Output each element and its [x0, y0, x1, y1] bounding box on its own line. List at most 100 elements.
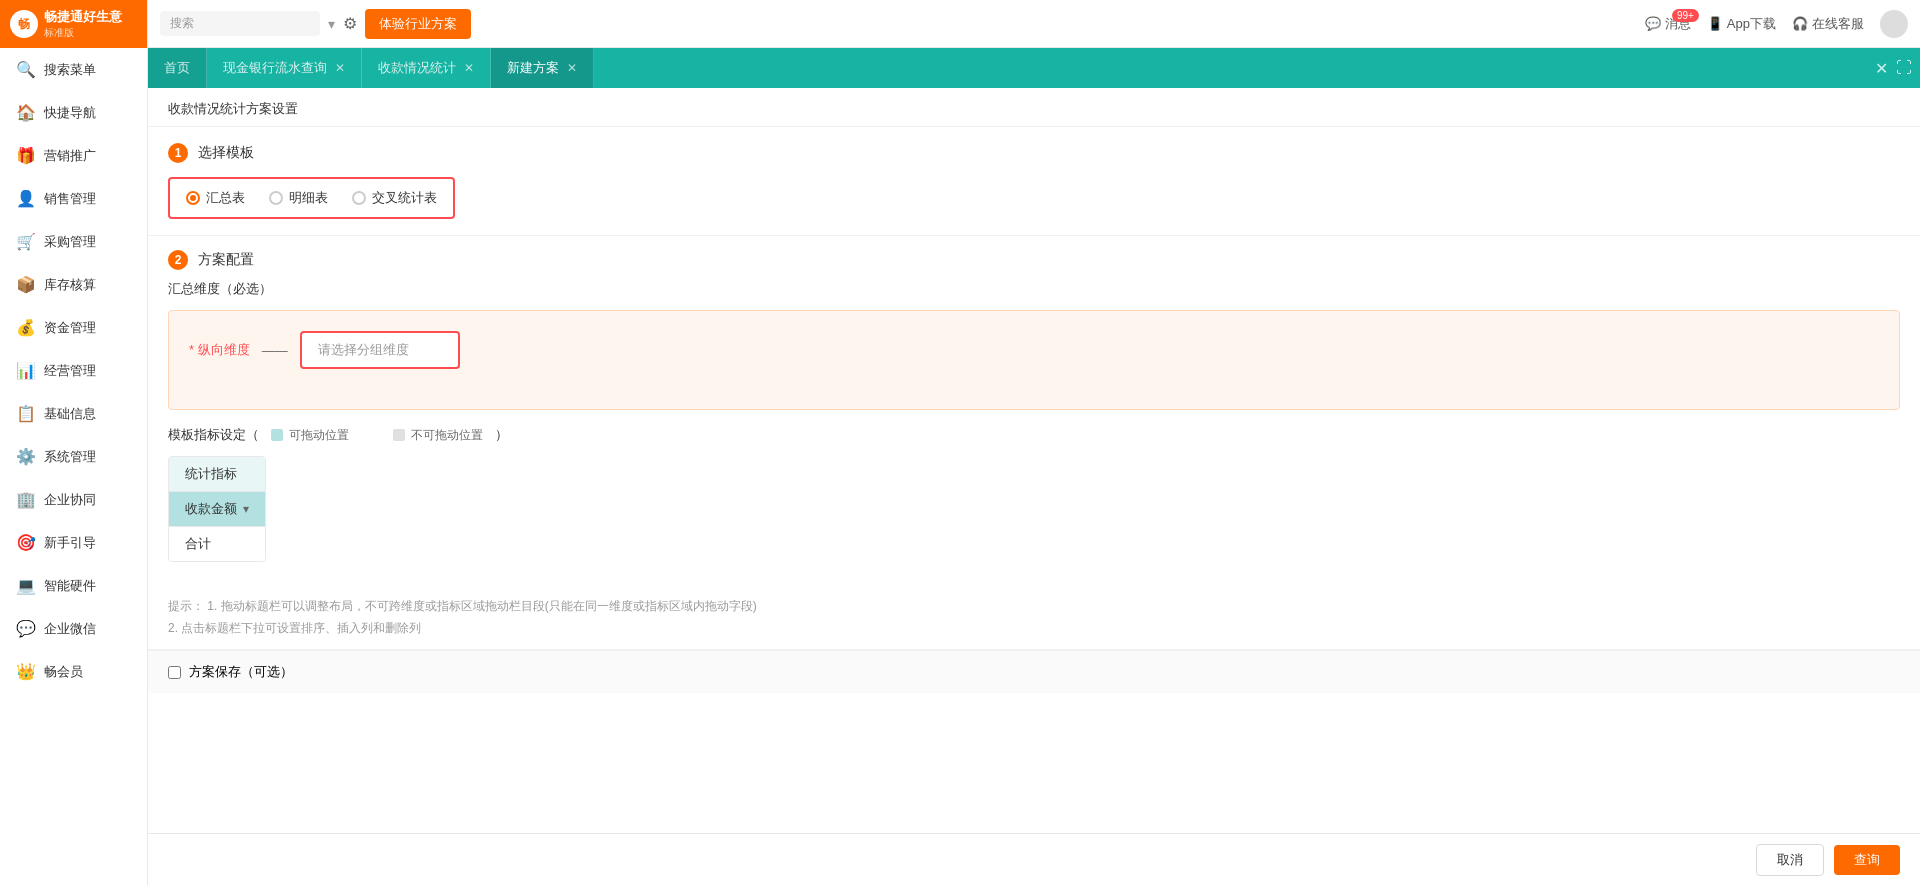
trial-btn[interactable]: 体验行业方案: [365, 9, 471, 39]
legend-non-draggable: 不可拖动位置: [393, 427, 483, 444]
main-area: 搜索 ▾ ⚙ 体验行业方案 💬 消息 99+ 📱 App下载 🎧 在线客服: [148, 0, 1920, 885]
header-left: 搜索 ▾ ⚙ 体验行业方案: [160, 9, 1637, 39]
step1-section: 1 选择模板 汇总表 明细表 交叉统计表: [148, 127, 1920, 235]
radio-summary[interactable]: 汇总表: [186, 189, 245, 207]
logo-subtitle: 标准版: [44, 26, 122, 40]
sidebar-item-basic-info[interactable]: 📋 基础信息: [0, 392, 147, 435]
sidebar-item-label: 搜索菜单: [44, 61, 96, 79]
tab-expand-btn[interactable]: ⛶: [1896, 59, 1912, 77]
online-support-item[interactable]: 🎧 在线客服: [1792, 15, 1864, 33]
legend-draggable: 可拖动位置: [271, 427, 349, 444]
operation-icon: 📊: [16, 361, 36, 380]
tab-home[interactable]: 首页: [148, 48, 207, 88]
sidebar-item-finance[interactable]: 💰 资金管理: [0, 306, 147, 349]
notification-badge: 99+: [1672, 9, 1699, 22]
save-checkbox[interactable]: [168, 666, 181, 679]
sidebar-item-label: 销售管理: [44, 190, 96, 208]
sidebar-item-purchase[interactable]: 🛒 采购管理: [0, 220, 147, 263]
sidebar-item-label: 库存核算: [44, 276, 96, 294]
sidebar-item-search-menu[interactable]: 🔍 搜索菜单: [0, 48, 147, 91]
step2-label: 2 方案配置: [168, 250, 254, 270]
caret-down-icon[interactable]: ▾: [243, 502, 249, 516]
radio-summary-label: 汇总表: [206, 189, 245, 207]
tab-new-plan[interactable]: 新建方案 ✕: [491, 48, 594, 88]
wechat-icon: 💬: [16, 619, 36, 638]
settings-icon[interactable]: ⚙: [343, 14, 357, 33]
online-support-label: 在线客服: [1812, 15, 1864, 33]
notification-icon: 💬: [1645, 16, 1661, 31]
radio-cross[interactable]: 交叉统计表: [352, 189, 437, 207]
dimension-selector[interactable]: 请选择分组维度: [300, 331, 460, 369]
sidebar-item-wechat[interactable]: 💬 企业微信: [0, 607, 147, 650]
sidebar-item-operation[interactable]: 📊 经营管理: [0, 349, 147, 392]
radio-detail[interactable]: 明细表: [269, 189, 328, 207]
vertical-dimension-label: * 纵向维度: [189, 341, 250, 359]
tab-close-cash-flow[interactable]: ✕: [335, 61, 345, 75]
tab-cash-flow-label: 现金银行流水查询: [223, 59, 327, 77]
sidebar-item-member[interactable]: 👑 畅会员: [0, 650, 147, 693]
indicator-table: 统计指标 收款金额 ▾ 合计: [168, 456, 266, 562]
tab-actions: ✕ ⛶: [1867, 48, 1920, 88]
template-row: 汇总表 明细表 交叉统计表: [168, 177, 455, 219]
draggable-label: 可拖动位置: [289, 427, 349, 444]
page-title: 收款情况统计方案设置: [148, 88, 1920, 127]
sidebar: 畅 畅捷通好生意 标准版 🔍 搜索菜单 🏠 快捷导航 🎁 营销推广 👤 销售管理…: [0, 0, 148, 885]
enterprise-icon: 🏢: [16, 490, 36, 509]
sidebar-item-enterprise[interactable]: 🏢 企业协同: [0, 478, 147, 521]
marketing-icon: 🎁: [16, 146, 36, 165]
notification-item[interactable]: 💬 消息 99+: [1645, 15, 1691, 33]
quick-nav-icon: 🏠: [16, 103, 36, 122]
header-search-bar[interactable]: 搜索: [160, 11, 320, 36]
cancel-button[interactable]: 取消: [1756, 844, 1824, 876]
basic-info-icon: 📋: [16, 404, 36, 423]
tab-close-receipt-stat[interactable]: ✕: [464, 61, 474, 75]
dimension-area: * 纵向维度 —— 请选择分组维度: [168, 310, 1900, 410]
hints-section: 提示： 1. 拖动标题栏可以调整布局，不可跨维度或指标区域拖动栏目段(只能在同一…: [148, 586, 1920, 649]
app-download-label: App下载: [1727, 15, 1776, 33]
sidebar-item-marketing[interactable]: 🎁 营销推广: [0, 134, 147, 177]
dimension-row: * 纵向维度 —— 请选择分组维度: [189, 331, 1879, 369]
save-label: 方案保存（可选）: [189, 663, 293, 681]
app-download-icon: 📱: [1707, 16, 1723, 31]
step1-text: 选择模板: [198, 144, 254, 162]
header-dropdown-arrow[interactable]: ▾: [328, 16, 335, 32]
sidebar-item-label: 资金管理: [44, 319, 96, 337]
tab-close-btn[interactable]: ✕: [1875, 59, 1888, 78]
sidebar-item-smart-hw[interactable]: 💻 智能硬件: [0, 564, 147, 607]
search-menu-icon: 🔍: [16, 60, 36, 79]
system-icon: ⚙️: [16, 447, 36, 466]
sidebar-item-quick-nav[interactable]: 🏠 快捷导航: [0, 91, 147, 134]
radio-dot-summary: [186, 191, 200, 205]
sidebar-item-inventory[interactable]: 📦 库存核算: [0, 263, 147, 306]
logo-icon: 畅: [10, 10, 38, 38]
sidebar-item-system[interactable]: ⚙️ 系统管理: [0, 435, 147, 478]
indicator-total: 合计: [169, 527, 265, 561]
tab-new-plan-label: 新建方案: [507, 59, 559, 77]
tab-close-new-plan[interactable]: ✕: [567, 61, 577, 75]
user-avatar[interactable]: [1880, 10, 1908, 38]
top-header: 搜索 ▾ ⚙ 体验行业方案 💬 消息 99+ 📱 App下载 🎧 在线客服: [148, 0, 1920, 48]
radio-dot-cross: [352, 191, 366, 205]
radio-dot-detail: [269, 191, 283, 205]
sidebar-item-label: 企业协同: [44, 491, 96, 509]
page-content: 收款情况统计方案设置 1 选择模板 汇总表 明细表: [148, 88, 1920, 833]
non-draggable-label: 不可拖动位置: [411, 427, 483, 444]
step1-label: 1 选择模板: [168, 143, 254, 163]
app-download-item[interactable]: 📱 App下载: [1707, 15, 1776, 33]
tab-cash-flow[interactable]: 现金银行流水查询 ✕: [207, 48, 362, 88]
tab-home-label: 首页: [164, 59, 190, 77]
inventory-icon: 📦: [16, 275, 36, 294]
step1-num: 1: [168, 143, 188, 163]
tab-receipt-stat[interactable]: 收款情况统计 ✕: [362, 48, 491, 88]
hint-1: 提示： 1. 拖动标题栏可以调整布局，不可跨维度或指标区域拖动栏目段(只能在同一…: [168, 596, 1900, 618]
header-right: 💬 消息 99+ 📱 App下载 🎧 在线客服: [1645, 10, 1908, 38]
sidebar-item-guide[interactable]: 🎯 新手引导: [0, 521, 147, 564]
sidebar-logo: 畅 畅捷通好生意 标准版: [0, 0, 147, 48]
query-button[interactable]: 查询: [1834, 845, 1900, 875]
step2-text: 方案配置: [198, 251, 254, 269]
indicator-col-receipt[interactable]: 收款金额 ▾: [169, 492, 265, 527]
sidebar-item-label: 新手引导: [44, 534, 96, 552]
sidebar-item-label: 经营管理: [44, 362, 96, 380]
sidebar-item-sales[interactable]: 👤 销售管理: [0, 177, 147, 220]
dimension-placeholder: 请选择分组维度: [318, 342, 409, 357]
